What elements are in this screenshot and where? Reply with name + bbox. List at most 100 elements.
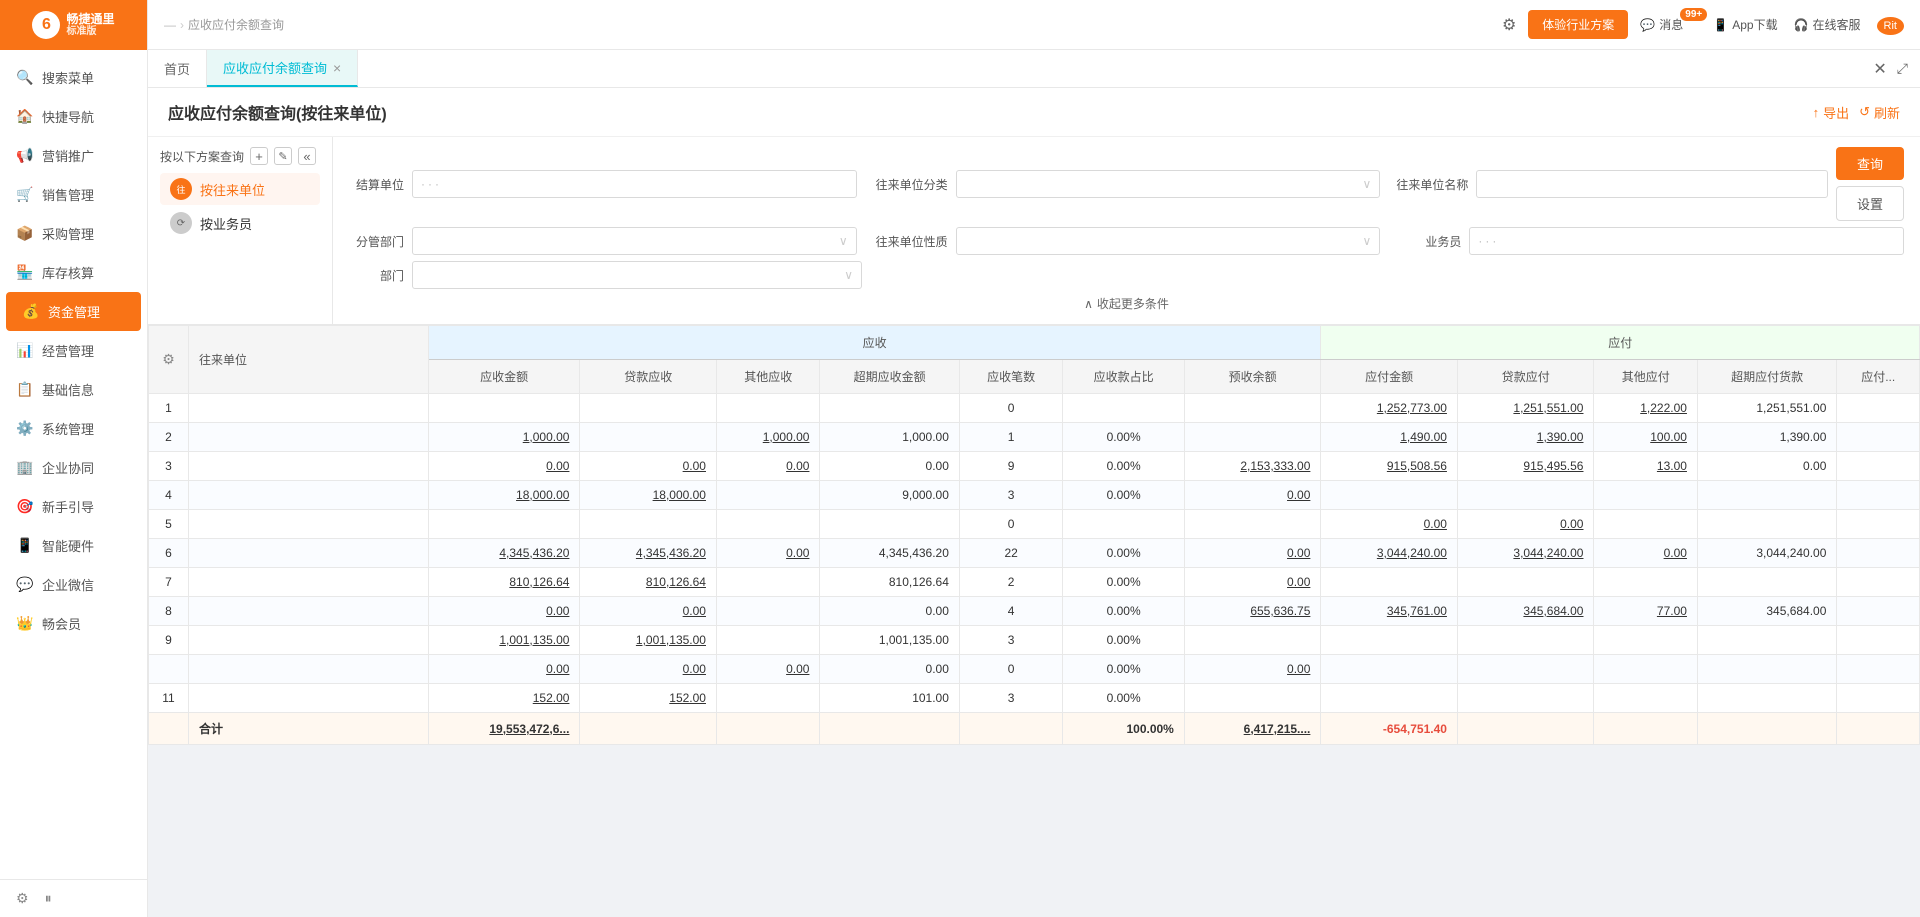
cell[interactable]: 915,495.56 xyxy=(1457,452,1594,481)
cell[interactable]: 655,636.75 xyxy=(1184,597,1321,626)
sidebar-item-member[interactable]: 👑 畅会员 xyxy=(0,604,147,643)
sidebar-item-enterprise[interactable]: 🏢 企业协同 xyxy=(0,448,147,487)
cell xyxy=(1184,423,1321,452)
cell[interactable]: 0.00 xyxy=(716,539,819,568)
message-btn[interactable]: 💬 消息 99+ xyxy=(1640,16,1697,33)
settings-icon[interactable]: ⚙ xyxy=(1502,15,1516,35)
cell-rowno: 3 xyxy=(149,452,189,481)
cell[interactable]: 0.00 xyxy=(1594,539,1697,568)
set-button[interactable]: 设置 xyxy=(1836,186,1904,221)
th-settings[interactable]: ⚙ xyxy=(149,326,189,394)
cell[interactable]: 1,222.00 xyxy=(1594,394,1697,423)
tab-bar-expand-btn[interactable]: ⤢ xyxy=(1897,60,1908,77)
cell[interactable]: 810,126.64 xyxy=(428,568,580,597)
cell[interactable]: 1,252,773.00 xyxy=(1321,394,1458,423)
cell[interactable]: 3,044,240.00 xyxy=(1321,539,1458,568)
tab-bar-close-btn[interactable]: ✕ xyxy=(1873,59,1886,79)
edit-scheme-btn[interactable]: ✎ xyxy=(274,147,292,165)
cell[interactable]: 0.00 xyxy=(428,452,580,481)
query-button[interactable]: 查询 xyxy=(1836,147,1904,180)
add-scheme-btn[interactable]: + xyxy=(250,147,268,165)
sidebar-item-system[interactable]: ⚙️ 系统管理 xyxy=(0,409,147,448)
cell[interactable]: 4,345,436.20 xyxy=(580,539,717,568)
cell[interactable]: 1,251,551.00 xyxy=(1457,394,1594,423)
cell[interactable]: 0.00 xyxy=(1321,510,1458,539)
cell[interactable]: 0.00 xyxy=(1457,510,1594,539)
cell[interactable]: 0.00 xyxy=(716,655,819,684)
cell[interactable]: 13.00 xyxy=(1594,452,1697,481)
scheme-item-partner[interactable]: 往 按往来单位 xyxy=(160,173,320,205)
cell[interactable]: 810,126.64 xyxy=(580,568,717,597)
sidebar-item-basic[interactable]: 📋 基础信息 xyxy=(0,370,147,409)
footer-ar-amount[interactable]: 19,553,472,6... xyxy=(428,713,580,745)
cell[interactable]: 1,000.00 xyxy=(428,423,580,452)
cell[interactable]: 0.00 xyxy=(1184,568,1321,597)
cell[interactable]: 0.00 xyxy=(580,597,717,626)
user-avatar[interactable]: Rit xyxy=(1877,18,1904,32)
field-ctrl-nature[interactable]: ∨ xyxy=(956,227,1381,255)
footer-ar-count xyxy=(959,713,1062,745)
field-ctrl-partner-name[interactable] xyxy=(1476,170,1828,198)
sidebar-item-inventory[interactable]: 🏪 库存核算 xyxy=(0,253,147,292)
cell[interactable]: 0.00 xyxy=(580,655,717,684)
cell[interactable]: 18,000.00 xyxy=(580,481,717,510)
refresh-btn[interactable]: ↺ 刷新 xyxy=(1859,103,1900,122)
cell[interactable]: 0.00 xyxy=(716,452,819,481)
online-service-btn[interactable]: 🎧 在线客服 xyxy=(1794,16,1861,33)
collapse-btn[interactable]: ∧ 收起更多条件 xyxy=(1084,295,1169,312)
cell[interactable]: 0.00 xyxy=(428,597,580,626)
cell[interactable]: 0.00 xyxy=(1184,481,1321,510)
sidebar-icon-wechat: 💬 xyxy=(16,576,34,593)
cell[interactable]: 2,153,333.00 xyxy=(1184,452,1321,481)
cell[interactable]: 1,490.00 xyxy=(1321,423,1458,452)
cell[interactable]: 0.00 xyxy=(428,655,580,684)
tab-home[interactable]: 首页 xyxy=(148,50,207,87)
cell[interactable]: 1,001,135.00 xyxy=(428,626,580,655)
cell[interactable]: 18,000.00 xyxy=(428,481,580,510)
field-ctrl-dept[interactable]: ∨ xyxy=(412,227,857,255)
scheme-item-salesperson[interactable]: ⟳ 按业务员 xyxy=(160,207,320,239)
field-ctrl-salesperson[interactable]: ··· xyxy=(1469,227,1904,255)
tab-arbalance[interactable]: 应收应付余额查询 × xyxy=(207,50,358,87)
sidebar-item-guide[interactable]: 🎯 新手引导 xyxy=(0,487,147,526)
cell[interactable]: 915,508.56 xyxy=(1321,452,1458,481)
sidebar-item-sales[interactable]: 🛒 销售管理 xyxy=(0,175,147,214)
sidebar-item-search[interactable]: 🔍 搜索菜单 xyxy=(0,58,147,97)
cell[interactable]: 345,684.00 xyxy=(1457,597,1594,626)
cell[interactable]: 0.00 xyxy=(1184,655,1321,684)
cell[interactable]: 1,390.00 xyxy=(1457,423,1594,452)
footer-other-ar xyxy=(716,713,819,745)
cell[interactable]: 152.00 xyxy=(428,684,580,713)
more-scheme-btn[interactable]: « xyxy=(298,147,316,165)
cell[interactable]: 77.00 xyxy=(1594,597,1697,626)
tab-arbalance-close[interactable]: × xyxy=(333,60,341,76)
sidebar-item-marketing[interactable]: 📢 营销推广 xyxy=(0,136,147,175)
field-ctrl-dept2[interactable]: ∨ xyxy=(412,261,862,289)
sidebar-item-purchase[interactable]: 📦 采购管理 xyxy=(0,214,147,253)
footer-prepay[interactable]: 6,417,215.... xyxy=(1184,713,1321,745)
sidebar-item-quicknav[interactable]: 🏠 快捷导航 xyxy=(0,97,147,136)
sidebar-item-hardware[interactable]: 📱 智能硬件 xyxy=(0,526,147,565)
cell[interactable]: 1,001,135.00 xyxy=(580,626,717,655)
collapse-sidebar-btn[interactable]: ⏸ xyxy=(45,890,52,907)
export-btn[interactable]: ↑ 导出 xyxy=(1813,103,1850,122)
field-ctrl-category[interactable]: ∨ xyxy=(956,170,1381,198)
cell[interactable]: 0.00 xyxy=(580,452,717,481)
cell xyxy=(580,510,717,539)
field-ctrl-settlement[interactable]: ··· xyxy=(412,170,857,198)
cell[interactable]: 152.00 xyxy=(580,684,717,713)
settings-footer-btn[interactable]: ⚙ xyxy=(16,890,29,907)
cell[interactable]: 4,345,436.20 xyxy=(428,539,580,568)
sidebar-icon-quicknav: 🏠 xyxy=(16,108,34,125)
sidebar-item-wechat[interactable]: 💬 企业微信 xyxy=(0,565,147,604)
cell[interactable]: 100.00 xyxy=(1594,423,1697,452)
cell[interactable]: 1,000.00 xyxy=(716,423,819,452)
app-download-btn[interactable]: 📱 App下载 xyxy=(1713,16,1777,33)
sidebar-item-capital[interactable]: 💰 资金管理 xyxy=(6,292,141,331)
table-settings-icon[interactable]: ⚙ xyxy=(162,351,175,367)
cell[interactable]: 3,044,240.00 xyxy=(1457,539,1594,568)
cell[interactable]: 0.00 xyxy=(1184,539,1321,568)
promo-button[interactable]: 体验行业方案 xyxy=(1528,10,1628,39)
sidebar-item-operations[interactable]: 📊 经营管理 xyxy=(0,331,147,370)
cell[interactable]: 345,761.00 xyxy=(1321,597,1458,626)
